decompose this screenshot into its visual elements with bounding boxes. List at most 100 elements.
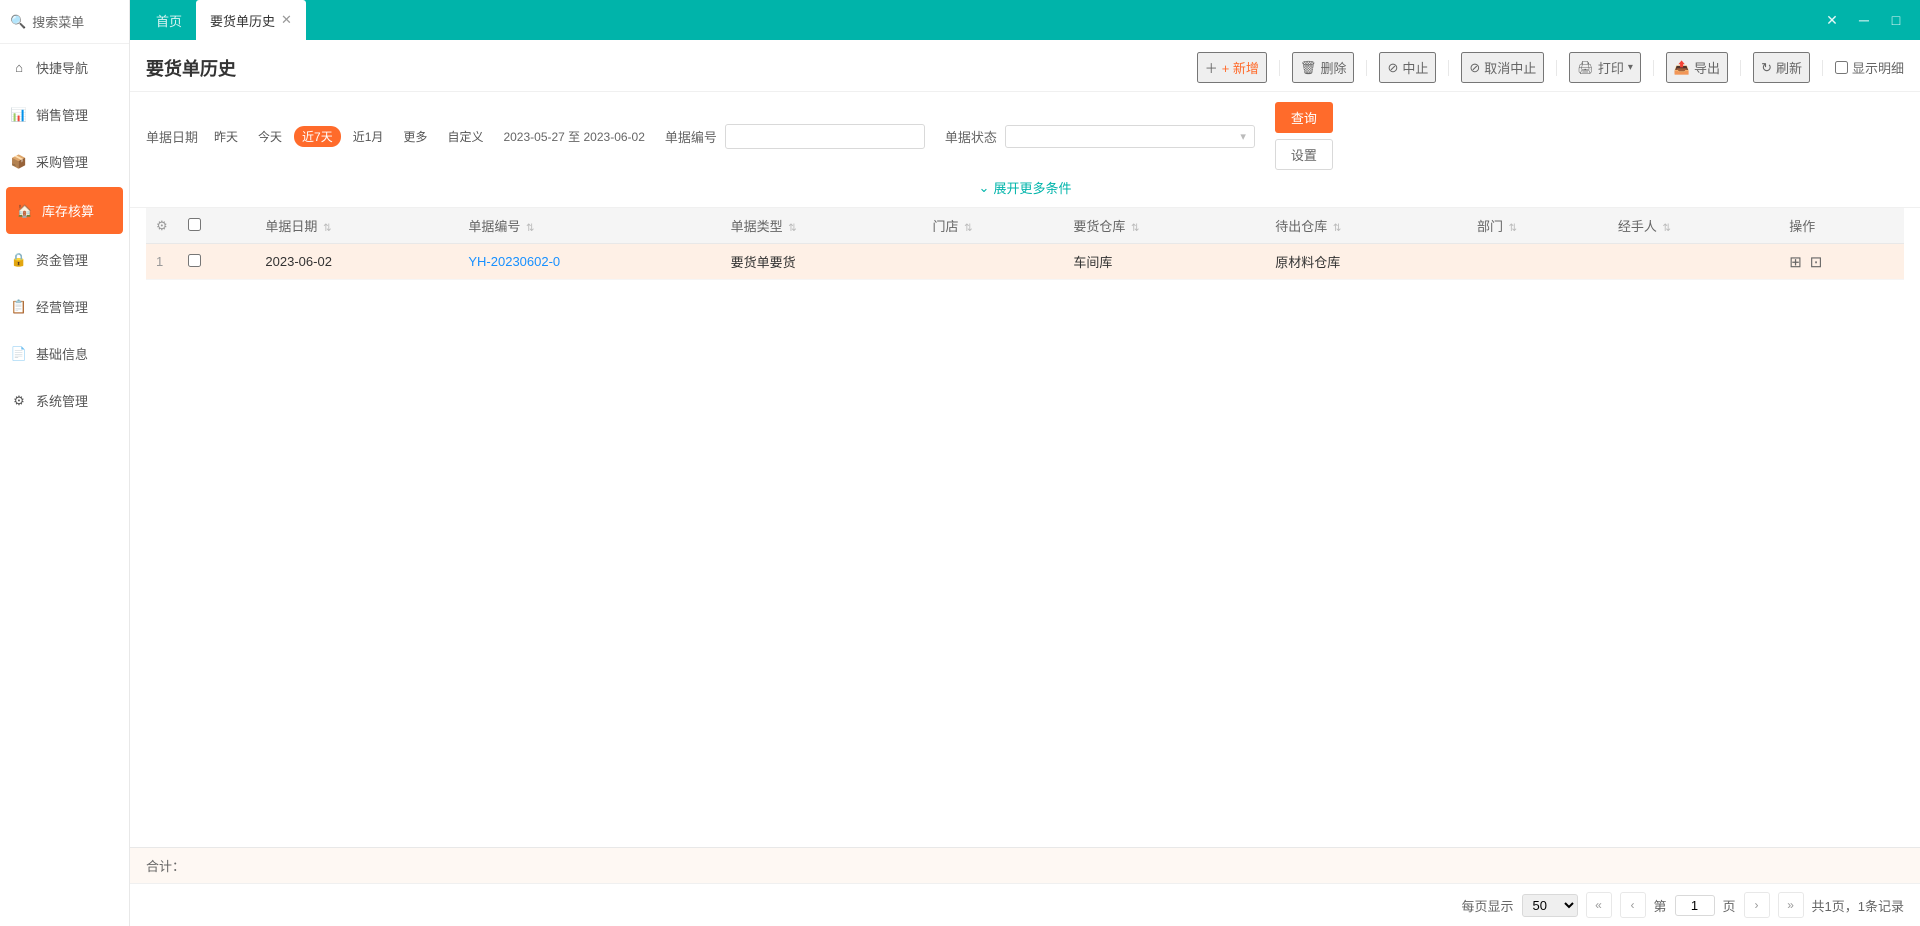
row-doc-number[interactable]: YH-20230602-0 <box>468 254 560 269</box>
tab-requisition-history[interactable]: 要货单历史 ✕ <box>196 0 306 40</box>
sort-pending-warehouse-icon[interactable]: ⇅ <box>1333 223 1341 234</box>
td-date: 2023-06-02 <box>255 244 458 280</box>
refresh-icon: ↻ <box>1761 60 1772 76</box>
page-number-input[interactable] <box>1675 895 1715 916</box>
divider-6 <box>1740 60 1741 76</box>
sidebar-item-label: 基础信息 <box>36 344 88 363</box>
sidebar-item-finance[interactable]: 🔒 资金管理 <box>0 236 129 283</box>
sidebar-search[interactable]: 🔍 搜索菜单 <box>0 0 129 44</box>
row-req-warehouse: 车间库 <box>1073 255 1112 270</box>
window-maximize-btn[interactable]: □ <box>1884 8 1908 32</box>
td-checkbox <box>178 244 255 280</box>
date-pill-more[interactable]: 更多 <box>395 126 435 147</box>
gear-icon: ⚙ <box>10 392 28 410</box>
status-select[interactable]: ▾ <box>1005 125 1255 148</box>
page-label: 第 <box>1654 896 1667 915</box>
display-detail-checkbox-input[interactable] <box>1835 61 1848 74</box>
new-label: + 新增 <box>1222 58 1259 77</box>
page-size-select[interactable]: 50 100 200 <box>1522 894 1578 917</box>
td-store <box>923 244 1064 280</box>
date-pill-custom[interactable]: 自定义 <box>439 126 491 147</box>
table-header-row: ⚙ 单据日期 ⇅ 单据编号 ⇅ 单据类型 <box>146 208 1904 244</box>
date-pill-1month[interactable]: 近1月 <box>345 126 392 147</box>
sidebar-item-inventory[interactable]: 🏠 库存核算 <box>6 187 123 234</box>
th-settings[interactable]: ⚙ <box>146 208 178 244</box>
cancel-stop-icon: ⊘ <box>1469 60 1480 76</box>
tab-requisition-label: 要货单历史 <box>210 11 275 30</box>
page-header: 要货单历史 ＋ + 新增 🗑 删除 ⊘ 中止 <box>130 40 1920 92</box>
cancel-stop-label: 取消中止 <box>1484 58 1536 77</box>
td-pending-warehouse: 原材料仓库 <box>1265 244 1467 280</box>
sidebar-item-purchase[interactable]: 📦 采购管理 <box>0 138 129 185</box>
row-number: 1 <box>156 254 163 269</box>
settings-button[interactable]: 设置 <box>1275 139 1333 170</box>
export-icon: 📤 <box>1674 60 1690 76</box>
last-page-btn[interactable]: » <box>1778 892 1804 918</box>
tab-close-icon[interactable]: ✕ <box>281 12 292 28</box>
top-bar: 首页 要货单历史 ✕ ✕ ─ □ <box>130 0 1920 40</box>
stop-label: 中止 <box>1402 58 1428 77</box>
toolbar: ＋ + 新增 🗑 删除 ⊘ 中止 ⊘ <box>1197 52 1904 83</box>
th-type: 单据类型 ⇅ <box>721 208 923 244</box>
th-department-label: 部门 <box>1477 219 1503 234</box>
sort-handler-icon[interactable]: ⇅ <box>1663 223 1671 234</box>
sidebar-item-sales[interactable]: 📊 销售管理 <box>0 91 129 138</box>
th-req-warehouse-label: 要货仓库 <box>1073 219 1125 234</box>
box-icon: 📦 <box>10 153 28 171</box>
next-page-btn[interactable]: › <box>1744 892 1770 918</box>
select-all-checkbox[interactable] <box>188 218 201 231</box>
row-checkbox[interactable] <box>188 254 201 267</box>
footer-total-label: 合计： <box>146 856 185 875</box>
refresh-button[interactable]: ↻ 刷新 <box>1753 52 1810 83</box>
td-action: ⊞ ⊡ <box>1779 244 1904 280</box>
date-pill-yesterday[interactable]: 昨天 <box>206 126 246 147</box>
stop-button[interactable]: ⊘ 中止 <box>1379 52 1436 83</box>
tab-home[interactable]: 首页 <box>142 0 196 40</box>
search-icon: 🔍 <box>10 14 26 30</box>
filter-status: 单据状态 ▾ <box>945 125 1255 148</box>
window-minimize-btn[interactable]: ─ <box>1852 8 1876 32</box>
sidebar-item-quick-nav[interactable]: ⌂ 快捷导航 <box>0 44 129 91</box>
delete-button[interactable]: 🗑 删除 <box>1292 52 1355 83</box>
sidebar-item-operations[interactable]: 📋 经营管理 <box>0 283 129 330</box>
th-store-label: 门店 <box>933 219 959 234</box>
first-page-btn[interactable]: « <box>1586 892 1612 918</box>
sidebar-item-label: 采购管理 <box>36 152 88 171</box>
sidebar-item-basics[interactable]: 📄 基础信息 <box>0 330 129 377</box>
sidebar-search-label: 搜索菜单 <box>32 12 84 31</box>
display-detail-label: 显示明细 <box>1852 58 1904 77</box>
display-detail-toggle[interactable]: 显示明细 <box>1835 58 1904 77</box>
sort-date-icon[interactable]: ⇅ <box>323 223 331 234</box>
view-action-btn[interactable]: ⊞ <box>1789 253 1802 271</box>
sort-department-icon[interactable]: ⇅ <box>1509 223 1517 234</box>
cancel-stop-button[interactable]: ⊘ 取消中止 <box>1461 52 1544 83</box>
sidebar-item-system[interactable]: ⚙ 系统管理 <box>0 377 129 424</box>
edit-action-btn[interactable]: ⊡ <box>1810 253 1823 271</box>
per-page-label: 每页显示 <box>1461 896 1513 915</box>
action-icons: ⊞ ⊡ <box>1789 253 1894 271</box>
th-handler-label: 经手人 <box>1618 219 1657 234</box>
sort-store-icon[interactable]: ⇅ <box>964 223 972 234</box>
window-close-btn[interactable]: ✕ <box>1820 8 1844 32</box>
lock-icon: 🔒 <box>10 251 28 269</box>
status-label: 单据状态 <box>945 127 997 146</box>
new-button[interactable]: ＋ + 新增 <box>1197 52 1267 83</box>
td-number: YH-20230602-0 <box>458 244 720 280</box>
sort-type-icon[interactable]: ⇅ <box>788 223 796 234</box>
query-button[interactable]: 查询 <box>1275 102 1333 133</box>
doc-number-input[interactable] <box>725 124 925 149</box>
td-handler <box>1608 244 1779 280</box>
date-pill-7days[interactable]: 近7天 <box>294 126 341 147</box>
print-button[interactable]: 🖨 打印 ▾ <box>1569 52 1641 83</box>
sidebar-item-label: 经营管理 <box>36 297 88 316</box>
filter-row-1: 单据日期 昨天 今天 近7天 近1月 更多 自定义 2023-05-27 至 2… <box>146 102 1904 170</box>
td-type: 要货单要货 <box>721 244 923 280</box>
expand-more-btn[interactable]: ⌄ 展开更多条件 <box>146 178 1904 197</box>
th-department: 部门 ⇅ <box>1467 208 1608 244</box>
date-pill-today[interactable]: 今天 <box>250 126 290 147</box>
sort-req-warehouse-icon[interactable]: ⇅ <box>1131 223 1139 234</box>
prev-page-btn[interactable]: ‹ <box>1620 892 1646 918</box>
export-button[interactable]: 📤 导出 <box>1666 52 1728 83</box>
sort-number-icon[interactable]: ⇅ <box>526 223 534 234</box>
house-icon: 🏠 <box>16 202 34 220</box>
